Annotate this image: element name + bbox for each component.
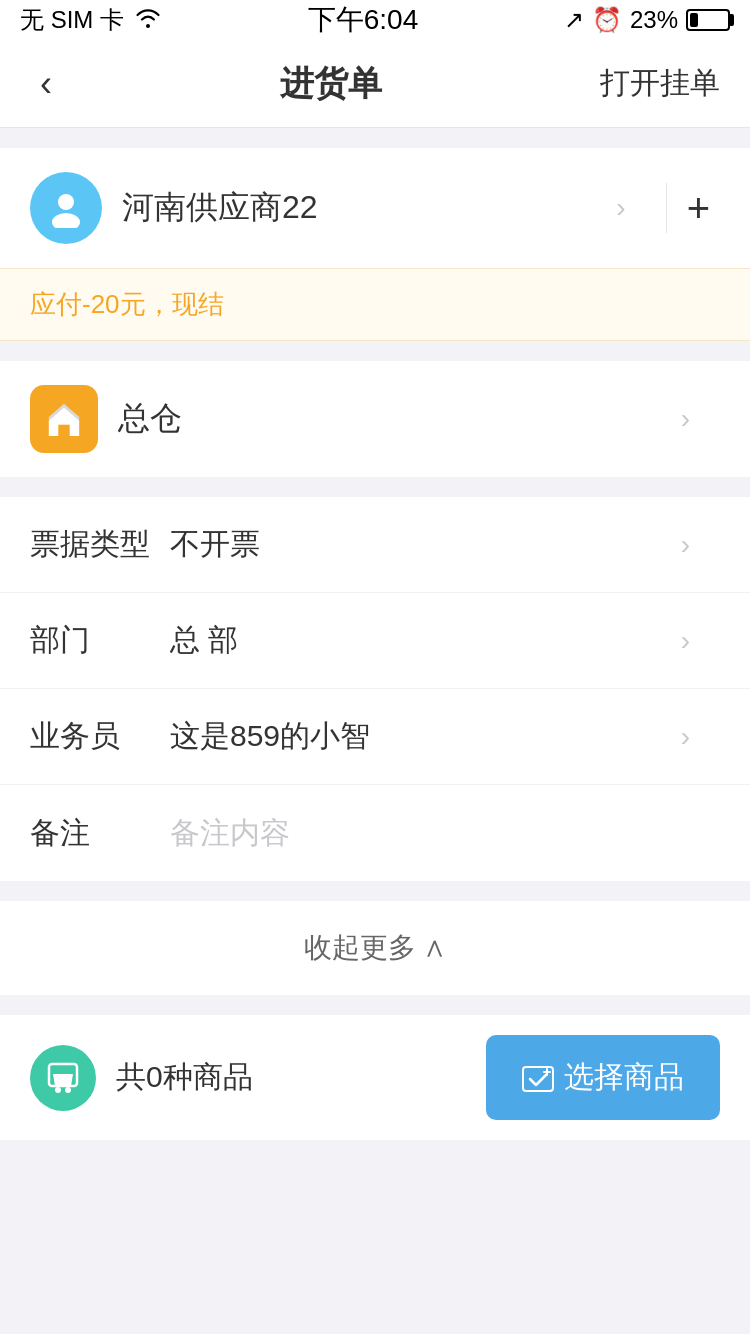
status-time: 下午6:04 [308, 1, 419, 39]
remark-label: 备注 [30, 813, 170, 854]
nav-bar: ‹ 进货单 打开挂单 [0, 40, 750, 128]
product-icon [30, 1045, 96, 1111]
remark-input[interactable]: 备注内容 [170, 813, 720, 854]
warehouse-row[interactable]: 总仓 › [0, 361, 750, 477]
product-count: 共0种商品 [116, 1057, 466, 1098]
invoice-chevron-icon: › [681, 529, 690, 561]
supplier-row[interactable]: 河南供应商22 › + [0, 148, 750, 268]
department-label: 部门 [30, 620, 170, 661]
wifi-icon [134, 6, 162, 34]
page-background [0, 1140, 750, 1334]
divider [666, 183, 667, 233]
back-button[interactable]: ‹ [30, 53, 62, 115]
warehouse-chevron-icon: › [681, 403, 690, 435]
select-product-button[interactable]: 选择商品 [486, 1035, 720, 1120]
invoice-type-label: 票据类型 [30, 524, 170, 565]
svg-rect-8 [523, 1067, 553, 1091]
house-icon [45, 400, 83, 438]
form-section: 票据类型 不开票 › 部门 总 部 › 业务员 这是859的小智 › 备注 备注… [0, 497, 750, 881]
battery-percent: 23% [630, 6, 678, 34]
svg-point-7 [65, 1087, 71, 1093]
page-title: 进货单 [280, 61, 382, 107]
svg-rect-3 [58, 425, 69, 436]
salesperson-row[interactable]: 业务员 这是859的小智 › [0, 689, 750, 785]
department-row[interactable]: 部门 总 部 › [0, 593, 750, 689]
svg-point-1 [52, 213, 80, 228]
bottom-bar: 共0种商品 选择商品 [0, 1015, 750, 1140]
salesperson-label: 业务员 [30, 716, 170, 757]
supplier-name: 河南供应商22 [122, 186, 616, 230]
salesperson-chevron-icon: › [681, 721, 690, 753]
collapse-button[interactable]: 收起更多 ∧ [0, 901, 750, 995]
person-icon [46, 188, 86, 228]
remark-row[interactable]: 备注 备注内容 [0, 785, 750, 881]
location-icon: ↗ [564, 6, 584, 34]
warehouse-name: 总仓 [118, 397, 681, 441]
invoice-type-value: 不开票 [170, 524, 681, 565]
supplier-avatar [30, 172, 102, 244]
section-gap-1 [0, 128, 750, 148]
status-bar: 无 SIM 卡 下午6:04 ↗ ⏰ 23% [0, 0, 750, 40]
open-pending-button[interactable]: 打开挂单 [600, 63, 720, 104]
battery-icon [686, 9, 730, 31]
select-label: 选择商品 [564, 1057, 684, 1098]
department-value: 总 部 [170, 620, 681, 661]
invoice-type-row[interactable]: 票据类型 不开票 › [0, 497, 750, 593]
notice-bar: 应付-20元，现结 [0, 268, 750, 341]
status-right: ↗ ⏰ 23% [564, 6, 730, 34]
no-sim-text: 无 SIM 卡 [20, 4, 124, 36]
alarm-icon: ⏰ [592, 6, 622, 34]
svg-point-0 [58, 194, 74, 210]
cart-icon [45, 1060, 81, 1096]
add-supplier-button[interactable]: + [677, 186, 720, 231]
svg-point-6 [55, 1087, 61, 1093]
department-chevron-icon: › [681, 625, 690, 657]
status-left: 无 SIM 卡 [20, 4, 162, 36]
select-icon [522, 1061, 554, 1095]
warehouse-icon [30, 385, 98, 453]
salesperson-value: 这是859的小智 [170, 716, 681, 757]
chevron-right-icon: › [616, 192, 625, 224]
supplier-card: 河南供应商22 › + 应付-20元，现结 [0, 148, 750, 341]
